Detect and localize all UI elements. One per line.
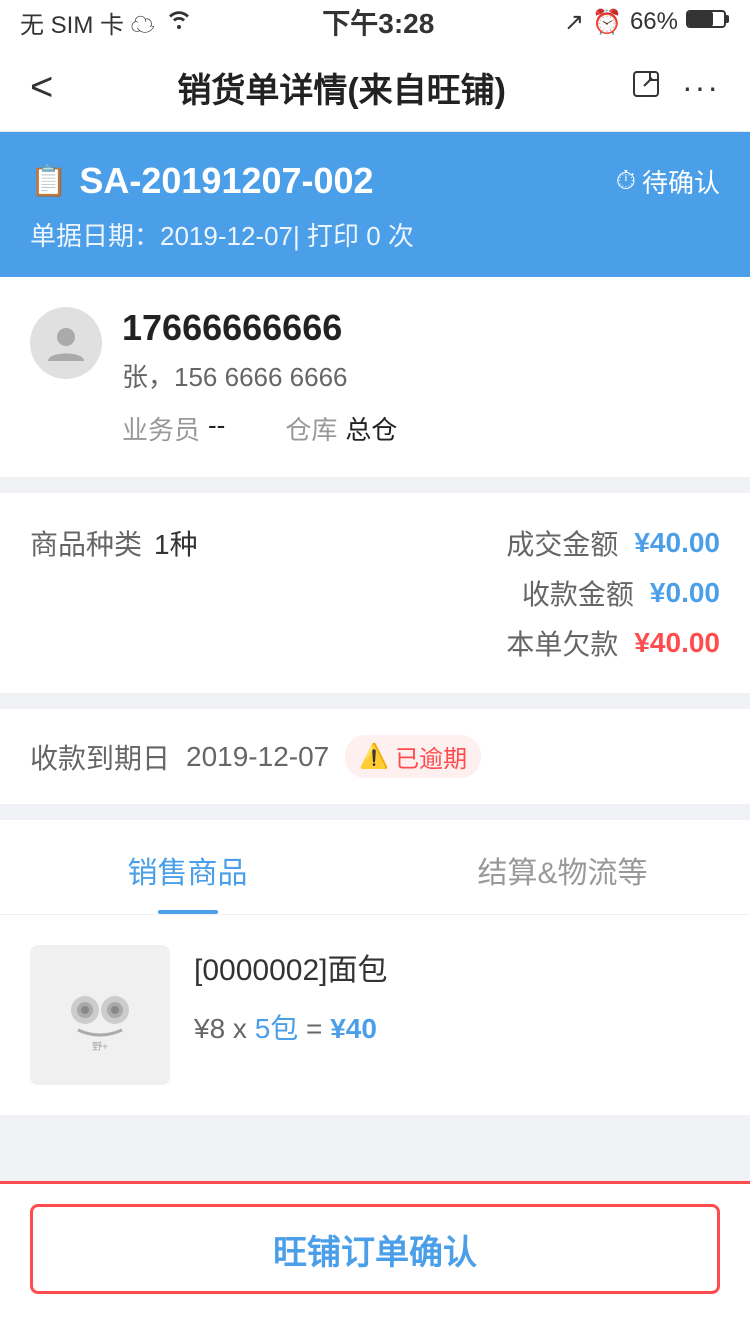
sim-label: 无 SIM 卡 ☁	[20, 5, 155, 40]
tabs-row: 销售商品 结算&物流等	[0, 820, 750, 915]
received-label: 收款金额	[522, 573, 634, 613]
sales-value: --	[208, 410, 225, 447]
order-icon: 📋	[30, 164, 67, 199]
product-item: 野+ [0000002]面包 ¥8 x 5包 = ¥40	[0, 915, 750, 1115]
customer-meta: 业务员 -- 仓库 总仓	[122, 410, 720, 447]
tab-settlement[interactable]: 结算&物流等	[375, 820, 750, 914]
battery-label: 66%	[630, 8, 678, 36]
status-time: 下午3:28	[322, 2, 434, 42]
product-type-value: 1种	[154, 523, 198, 563]
summary-left: 商品种类 1种	[30, 523, 198, 663]
bottom-bar: 旺铺订单确认	[0, 1181, 750, 1334]
customer-avatar	[30, 307, 102, 379]
share-icon[interactable]	[630, 68, 662, 108]
confirm-order-button[interactable]: 旺铺订单确认	[30, 1204, 720, 1294]
clock-icon: ⏱	[616, 165, 636, 197]
warning-icon: ⚠️	[359, 742, 389, 771]
product-name: [0000002]面包	[194, 945, 720, 989]
wifi-icon	[165, 8, 193, 36]
customer-info: 17666666666 张，156 6666 6666 业务员 -- 仓库 总仓	[122, 307, 720, 447]
due-date-label: 收款到期日	[30, 737, 170, 777]
status-right: ↗ ⏰ 66%	[564, 8, 730, 37]
nav-bar: < 销货单详情(来自旺铺) ···	[0, 44, 750, 132]
overdue-badge: ⚠️ 已逾期	[345, 735, 481, 778]
summary-right: 成交金额 ¥40.00 收款金额 ¥0.00 本单欠款 ¥40.00	[506, 523, 720, 663]
overdue-text: 已逾期	[395, 739, 467, 774]
sales-label: 业务员	[122, 410, 200, 447]
order-date-row: 单据日期：2019-12-07| 打印 0 次	[30, 216, 720, 253]
order-header-card: 📋 SA-20191207-002 ⏱ 待确认 单据日期：2019-12-07|…	[0, 132, 750, 277]
customer-phone: 17666666666	[122, 307, 720, 349]
status-bar: 无 SIM 卡 ☁ 下午3:28 ↗ ⏰ 66%	[0, 0, 750, 44]
equals-sign: =	[298, 1013, 330, 1044]
product-total: ¥40	[330, 1013, 377, 1044]
alarm-icon: ⏰	[592, 8, 622, 37]
due-date-section: 收款到期日 2019-12-07 ⚠️ 已逾期	[0, 709, 750, 804]
warehouse-value: 总仓	[345, 410, 397, 447]
status-left: 无 SIM 卡 ☁	[20, 5, 193, 40]
tabs-section: 销售商品 结算&物流等 野+ [0000002]面包 ¥8 x 5包 = ¥4	[0, 820, 750, 1115]
order-id: 📋 SA-20191207-002	[30, 160, 374, 202]
nav-icons: ···	[630, 68, 720, 108]
customer-name: 张，156 6666 6666	[122, 357, 720, 394]
owed-value: ¥40.00	[634, 627, 720, 659]
product-type-row: 商品种类 1种	[30, 523, 198, 563]
owed-label: 本单欠款	[506, 623, 618, 663]
due-date-value: 2019-12-07	[186, 741, 329, 773]
back-button[interactable]: <	[30, 65, 53, 110]
more-icon[interactable]: ···	[682, 69, 720, 106]
product-info: [0000002]面包 ¥8 x 5包 = ¥40	[194, 945, 720, 1047]
received-amount-row: 收款金额 ¥0.00	[522, 573, 720, 613]
product-thumbnail: 野+	[30, 945, 170, 1085]
svg-text:野+: 野+	[92, 1041, 108, 1053]
customer-section: 17666666666 张，156 6666 6666 业务员 -- 仓库 总仓	[0, 277, 750, 477]
product-type-label: 商品种类	[30, 523, 142, 563]
page-title: 销货单详情(来自旺铺)	[177, 63, 506, 112]
owed-amount-row: 本单欠款 ¥40.00	[506, 623, 720, 663]
received-value: ¥0.00	[650, 577, 720, 609]
transaction-label: 成交金额	[506, 523, 618, 563]
product-price: ¥8 x 5包 = ¥40	[194, 1007, 720, 1047]
warehouse-label: 仓库	[285, 410, 337, 447]
summary-section: 商品种类 1种 成交金额 ¥40.00 收款金额 ¥0.00 本单欠款 ¥40.…	[0, 493, 750, 693]
unit-price: ¥8 x	[194, 1013, 255, 1044]
tab-sales-products[interactable]: 销售商品	[0, 820, 375, 914]
battery-icon	[686, 8, 730, 37]
order-status-badge: ⏱ 待确认	[616, 163, 720, 200]
transaction-amount-row: 成交金额 ¥40.00	[506, 523, 720, 563]
product-qty: 5包	[255, 1013, 299, 1044]
transaction-value: ¥40.00	[634, 527, 720, 559]
location-icon: ↗	[564, 8, 584, 37]
